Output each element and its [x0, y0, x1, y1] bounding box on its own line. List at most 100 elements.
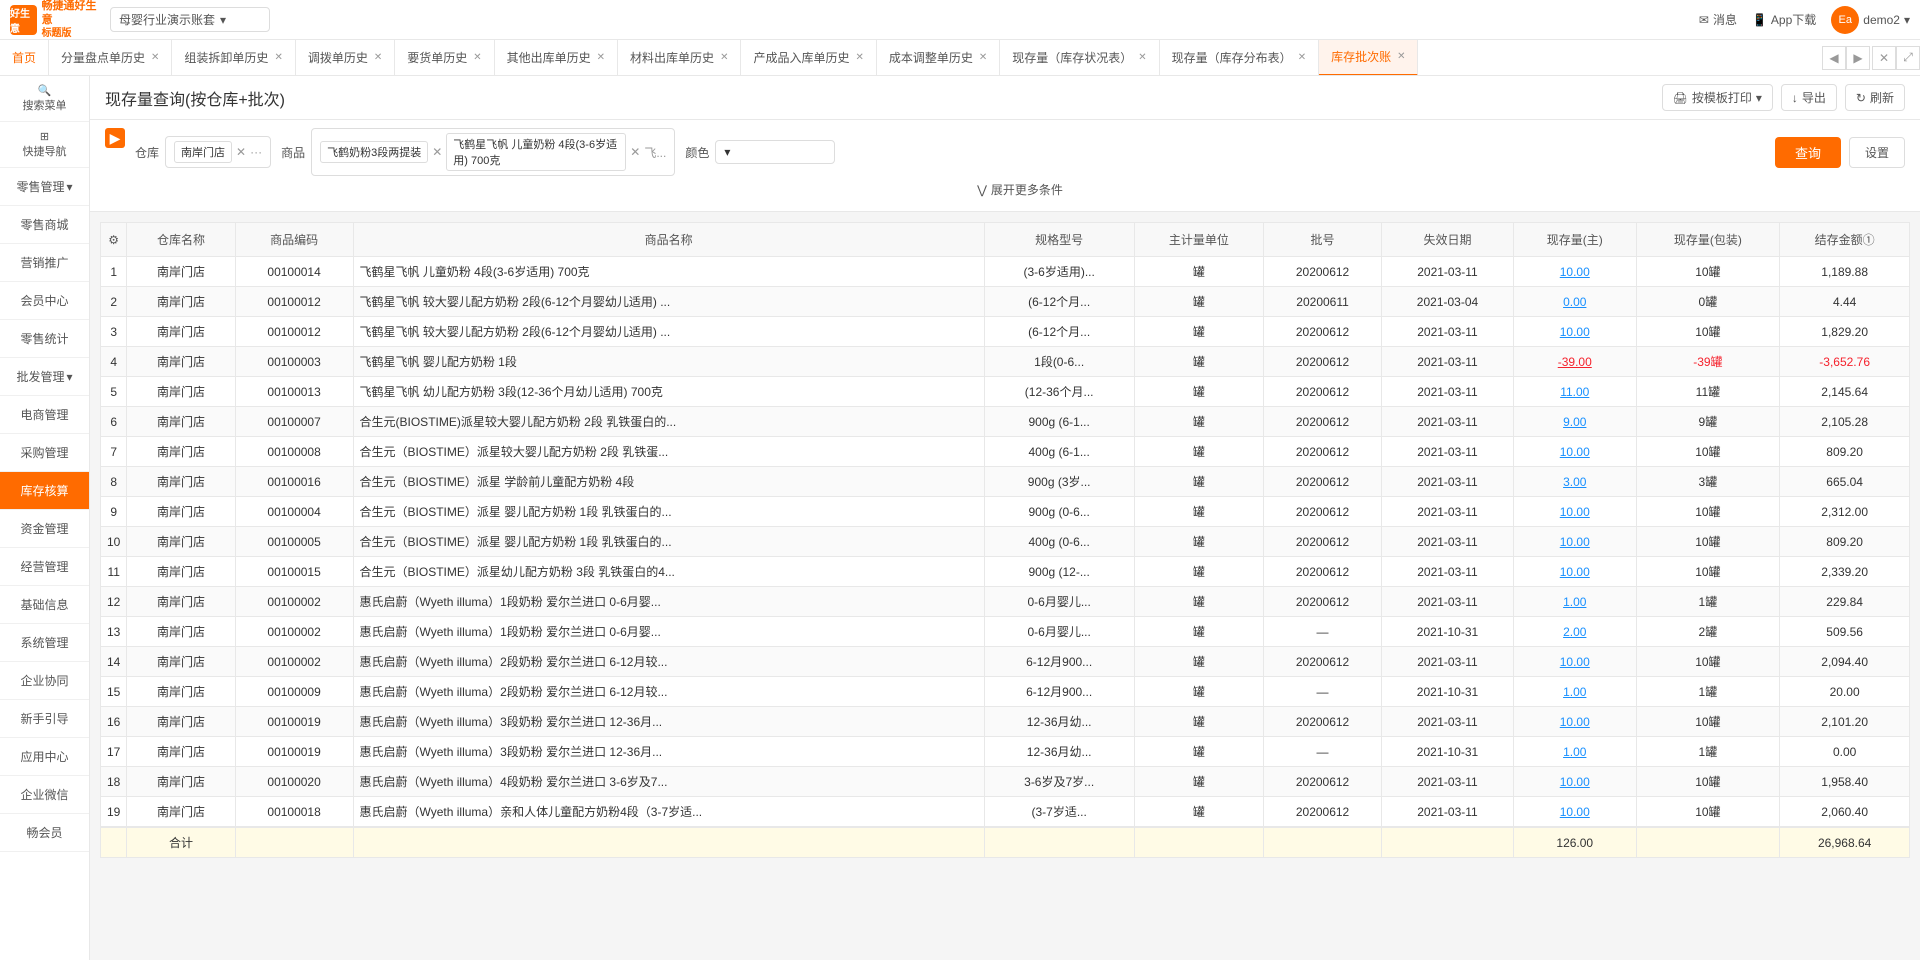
remove-warehouse-icon[interactable]: ✕: [236, 145, 246, 159]
tab-inventory-distribution[interactable]: 现存量（库存分布表） ✕: [1160, 40, 1319, 76]
expand-more-button[interactable]: ⋁ 展开更多条件: [977, 181, 1063, 198]
row-batch: 20200612: [1264, 587, 1382, 617]
row-qty[interactable]: 10.00: [1514, 527, 1636, 557]
tab-requisition-history[interactable]: 要货单历史 ✕: [395, 40, 494, 76]
row-qty[interactable]: 10.00: [1514, 437, 1636, 467]
sidebar-item-finance[interactable]: 资金管理: [0, 510, 89, 548]
sidebar-item-inventory[interactable]: 库存核算: [0, 472, 89, 510]
close-tab-icon[interactable]: ✕: [473, 52, 481, 63]
tab-transfer-history[interactable]: 调拨单历史 ✕: [296, 40, 395, 76]
close-tab-icon[interactable]: ✕: [274, 52, 282, 63]
export-button[interactable]: ↓ 导出: [1781, 84, 1837, 111]
more-products-tag[interactable]: 飞...: [644, 144, 666, 161]
tab-product-inbound[interactable]: 产成品入库单历史 ✕: [741, 40, 876, 76]
color-field[interactable]: ▾: [715, 140, 835, 164]
product-field[interactable]: 飞鹤奶粉3段两提装 ✕ 飞鹤星飞帆 儿童奶粉 4段(3-6岁适用) 700克 ✕…: [311, 128, 675, 176]
row-qty[interactable]: 9.00: [1514, 407, 1636, 437]
close-tab-icon[interactable]: ✕: [1138, 52, 1146, 63]
more-warehouse-icon[interactable]: ···: [250, 145, 262, 159]
sidebar-item-system[interactable]: 系统管理: [0, 624, 89, 662]
row-amount: 2,339.20: [1780, 557, 1910, 587]
sidebar-item-retail-mall[interactable]: 零售商城: [0, 206, 89, 244]
nav-max-button[interactable]: ⤢: [1896, 46, 1920, 70]
close-tab-icon[interactable]: ✕: [720, 52, 728, 63]
tab-batch-account[interactable]: 库存批次账 ✕: [1319, 40, 1418, 76]
row-qty[interactable]: 1.00: [1514, 677, 1636, 707]
tab-inventory-history[interactable]: 分量盘点单历史 ✕: [49, 40, 172, 76]
row-unit: 罐: [1134, 587, 1264, 617]
expand-icon[interactable]: ▶: [105, 128, 125, 148]
tab-cost-adjustment[interactable]: 成本调整单历史 ✕: [877, 40, 1000, 76]
nav-close-button[interactable]: ✕: [1872, 46, 1896, 70]
query-button[interactable]: 查询: [1775, 137, 1841, 168]
sidebar-item-marketing[interactable]: 营销推广: [0, 244, 89, 282]
sidebar-item-member-center[interactable]: 会员中心: [0, 282, 89, 320]
row-qty[interactable]: 3.00: [1514, 467, 1636, 497]
row-qty[interactable]: 10.00: [1514, 707, 1636, 737]
refresh-button[interactable]: ↻ 刷新: [1845, 84, 1905, 111]
close-tab-icon[interactable]: ✕: [1397, 51, 1405, 62]
tab-material-outbound[interactable]: 材料出库单历史 ✕: [618, 40, 741, 76]
sidebar-quick-nav[interactable]: ⊞ 快捷导航: [0, 122, 89, 168]
template-print-button[interactable]: 🖨 按模板打印 ▾: [1662, 84, 1773, 111]
row-qty[interactable]: -39.00: [1514, 347, 1636, 377]
close-tab-icon[interactable]: ✕: [979, 52, 987, 63]
row-qty[interactable]: 11.00: [1514, 377, 1636, 407]
settings-column-header[interactable]: ⚙: [101, 223, 127, 257]
row-name: 惠氏启蔚（Wyeth illuma）2段奶粉 爱尔兰进口 6-12月较...: [353, 677, 984, 707]
main-layout: 🔍 搜索菜单 ⊞ 快捷导航 零售管理▾ 零售商城 营销推广 会员中心 零售统计 …: [0, 76, 1920, 960]
nav-prev-arrow[interactable]: ◀: [1822, 46, 1846, 70]
row-qty[interactable]: 1.00: [1514, 737, 1636, 767]
row-qty[interactable]: 1.00: [1514, 587, 1636, 617]
org-selector[interactable]: 母婴行业演示账套 ▾: [110, 7, 270, 32]
sidebar-item-retail-stats[interactable]: 零售统计: [0, 320, 89, 358]
sidebar-item-operations[interactable]: 经营管理: [0, 548, 89, 586]
sidebar-item-retail-management[interactable]: 零售管理▾: [0, 168, 89, 206]
tab-other-outbound[interactable]: 其他出库单历史 ✕: [495, 40, 618, 76]
settings-button[interactable]: 设置: [1849, 137, 1905, 168]
close-tab-icon[interactable]: ✕: [1298, 52, 1306, 63]
message-button[interactable]: ✉ 消息: [1699, 11, 1737, 28]
row-qty[interactable]: 10.00: [1514, 557, 1636, 587]
close-tab-icon[interactable]: ✕: [151, 52, 159, 63]
sidebar-item-enterprise[interactable]: 企业协同: [0, 662, 89, 700]
row-warehouse: 南岸门店: [127, 257, 235, 287]
close-tab-icon[interactable]: ✕: [374, 52, 382, 63]
tab-inventory-status[interactable]: 现存量（库存状况表） ✕: [1000, 40, 1159, 76]
row-expiry: 2021-03-11: [1381, 317, 1513, 347]
row-batch: 20200612: [1264, 377, 1382, 407]
sidebar-search[interactable]: 🔍 搜索菜单: [0, 76, 89, 122]
sidebar-item-guide[interactable]: 新手引导: [0, 700, 89, 738]
close-tab-icon[interactable]: ✕: [855, 52, 863, 63]
row-qty[interactable]: 10.00: [1514, 647, 1636, 677]
user-menu[interactable]: Ea demo2 ▾: [1831, 6, 1910, 34]
sidebar-item-purchase[interactable]: 采购管理: [0, 434, 89, 472]
row-qty[interactable]: 10.00: [1514, 767, 1636, 797]
close-tab-icon[interactable]: ✕: [597, 52, 605, 63]
sidebar-item-wholesale[interactable]: 批发管理▾: [0, 358, 89, 396]
row-qty[interactable]: 10.00: [1514, 317, 1636, 347]
sidebar-item-wechat[interactable]: 企业微信: [0, 776, 89, 814]
row-qty-pkg: 10罐: [1636, 707, 1780, 737]
nav-next-arrow[interactable]: ▶: [1846, 46, 1870, 70]
row-qty[interactable]: 10.00: [1514, 257, 1636, 287]
app-download-button[interactable]: 📱 App下载: [1752, 11, 1816, 28]
filter-expand-toggle[interactable]: ▶: [105, 128, 125, 148]
warehouse-label: 仓库: [135, 144, 159, 161]
tab-home[interactable]: 首页: [0, 40, 49, 76]
row-batch: 20200612: [1264, 437, 1382, 467]
row-qty[interactable]: 10.00: [1514, 797, 1636, 828]
row-code: 00100002: [235, 587, 353, 617]
row-qty[interactable]: 2.00: [1514, 617, 1636, 647]
remove-product2-icon[interactable]: ✕: [630, 145, 640, 159]
filter-tags-row: 仓库 南岸门店 ✕ ··· 商品 飞鹤奶粉3段两提装 ✕ 飞鹤星: [135, 128, 1905, 176]
row-qty[interactable]: 0.00: [1514, 287, 1636, 317]
sidebar-item-member[interactable]: 畅会员: [0, 814, 89, 852]
row-qty[interactable]: 10.00: [1514, 497, 1636, 527]
sidebar-item-basic-info[interactable]: 基础信息: [0, 586, 89, 624]
remove-product1-icon[interactable]: ✕: [432, 145, 442, 159]
sidebar-item-app-center[interactable]: 应用中心: [0, 738, 89, 776]
sidebar-item-ecommerce[interactable]: 电商管理: [0, 396, 89, 434]
warehouse-field[interactable]: 南岸门店 ✕ ···: [165, 136, 271, 168]
tab-assembly-history[interactable]: 组装拆卸单历史 ✕: [172, 40, 295, 76]
